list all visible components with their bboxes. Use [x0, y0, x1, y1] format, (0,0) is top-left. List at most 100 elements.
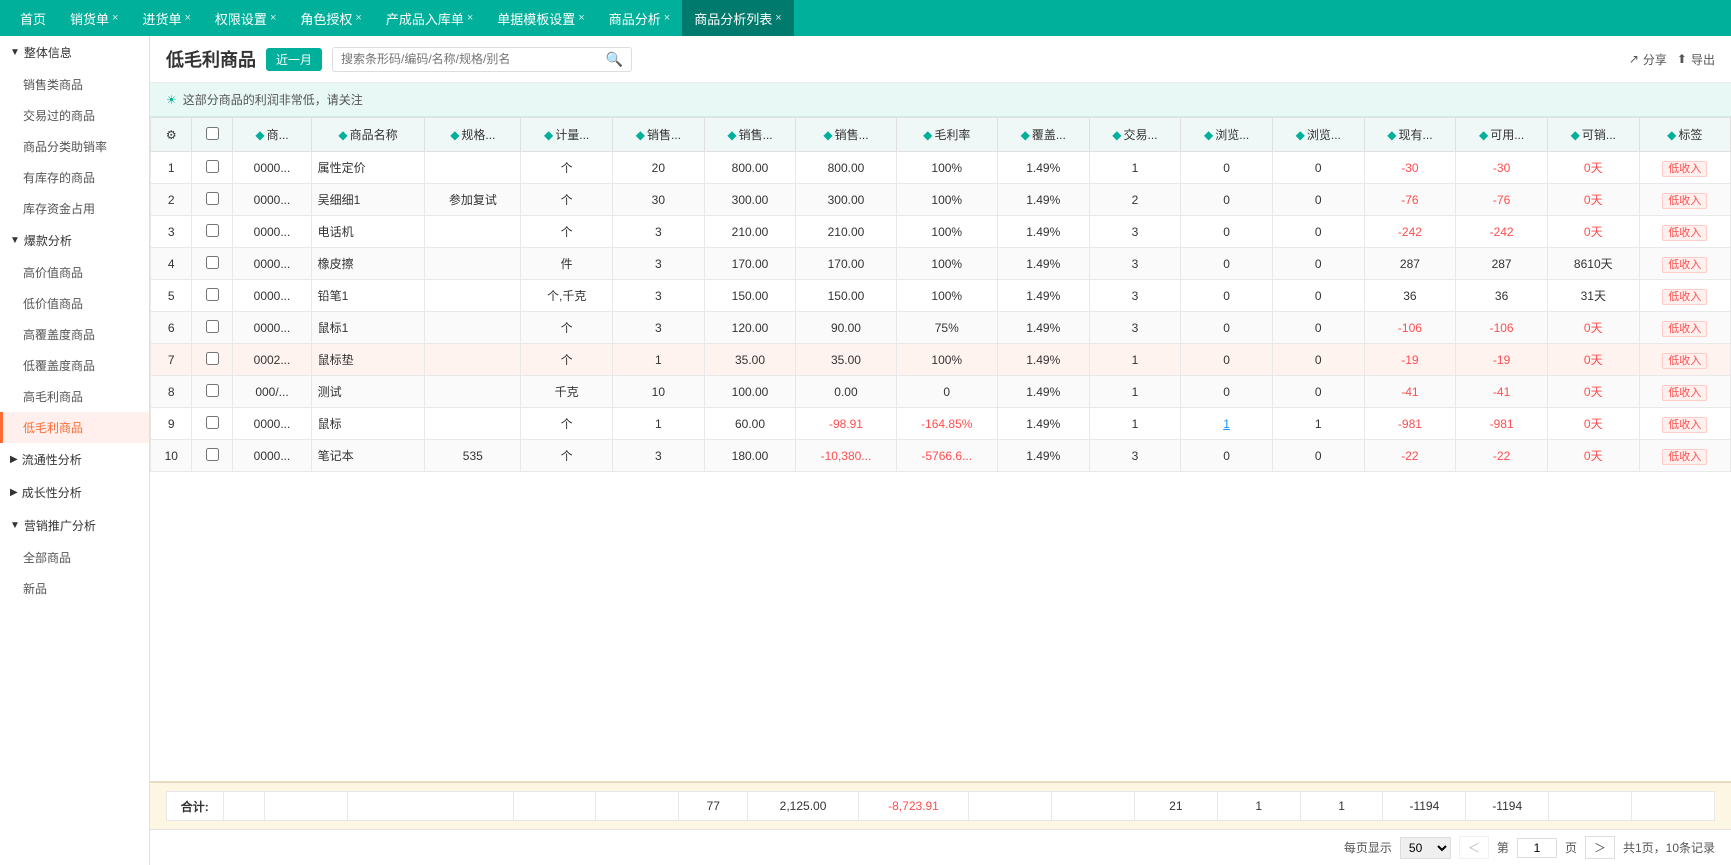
nav-close-icon[interactable]: ×: [664, 12, 670, 24]
cell-checkbox[interactable]: [192, 312, 233, 344]
cell-checkbox[interactable]: [192, 248, 233, 280]
col-header-browse2[interactable]: ◆浏览...: [1272, 118, 1364, 152]
sidebar-item-销售类商品[interactable]: 销售类商品: [0, 69, 149, 100]
browse-link[interactable]: 1: [1223, 417, 1230, 431]
cell-checkbox[interactable]: [192, 216, 233, 248]
col-header-tag[interactable]: ◆标签: [1639, 118, 1730, 152]
col-header-available[interactable]: ◆可用...: [1456, 118, 1548, 152]
footer-total-label: 合计:: [167, 792, 224, 821]
next-page-button[interactable]: ＞: [1585, 836, 1615, 859]
cell-browse1: 0: [1181, 344, 1273, 376]
col-header-current[interactable]: ◆现有...: [1364, 118, 1456, 152]
cell-checkbox[interactable]: [192, 184, 233, 216]
table-row: 10000...属性定价个20800.00800.00100%1.49%100-…: [151, 152, 1731, 184]
cell-checkbox[interactable]: [192, 344, 233, 376]
sidebar-item-交易过的商品[interactable]: 交易过的商品: [0, 100, 149, 131]
nav-close-icon[interactable]: ×: [775, 12, 781, 24]
sidebar-item-低价值商品[interactable]: 低价值商品: [0, 288, 149, 319]
col-header-sales_price[interactable]: ◆销售...: [704, 118, 796, 152]
sidebar-item-高覆盖度商品[interactable]: 高覆盖度商品: [0, 319, 149, 350]
nav-close-icon[interactable]: ×: [467, 12, 473, 24]
select-all-checkbox[interactable]: [206, 127, 219, 140]
footer-empty-spec: [513, 792, 596, 821]
sidebar-item-新品[interactable]: 新品: [0, 573, 149, 604]
cell-checkbox[interactable]: [192, 376, 233, 408]
row-checkbox[interactable]: [206, 448, 219, 461]
sidebar-item-高价值商品[interactable]: 高价值商品: [0, 257, 149, 288]
nav-item-商品分析[interactable]: 商品分析 ×: [597, 0, 682, 36]
sidebar-item-有库存的商品[interactable]: 有库存的商品: [0, 162, 149, 193]
col-header-browse1[interactable]: ◆浏览...: [1181, 118, 1273, 152]
tag-badge: 低收入: [1662, 193, 1707, 209]
nav-item-商品分析列表[interactable]: 商品分析列表 ×: [682, 0, 793, 36]
col-header-unit[interactable]: ◆计量...: [521, 118, 613, 152]
per-page-select[interactable]: 50 20 100: [1400, 837, 1451, 859]
col-header-sales_qty[interactable]: ◆销售...: [613, 118, 705, 152]
sidebar-item-全部商品[interactable]: 全部商品: [0, 542, 149, 573]
table-row: 90000...鼠标个160.00-98.91-164.85%1.49%111-…: [151, 408, 1731, 440]
cell-checkbox[interactable]: [192, 280, 233, 312]
cell-sales_price: 800.00: [704, 152, 796, 184]
col-header-spec[interactable]: ◆规格...: [425, 118, 521, 152]
row-checkbox[interactable]: [206, 288, 219, 301]
col-header-setting[interactable]: ⚙: [151, 118, 192, 152]
row-checkbox[interactable]: [206, 416, 219, 429]
chevron-icon: ▼: [10, 520, 20, 531]
nav-item-权限设置[interactable]: 权限设置 ×: [203, 0, 288, 36]
nav-item-产成品入库单[interactable]: 产成品入库单 ×: [374, 0, 485, 36]
sidebar-section-爆款分析[interactable]: ▼爆款分析: [0, 224, 149, 257]
nav-close-icon[interactable]: ×: [578, 12, 584, 24]
sidebar-section-整体信息[interactable]: ▼整体信息: [0, 36, 149, 69]
page-input[interactable]: [1517, 838, 1557, 858]
sidebar-item-库存资金占用[interactable]: 库存资金占用: [0, 193, 149, 224]
row-checkbox[interactable]: [206, 256, 219, 269]
sidebar-section-流通性分析[interactable]: ▶流通性分析: [0, 443, 149, 476]
export-button[interactable]: ⬆ 导出: [1677, 51, 1715, 68]
share-button[interactable]: ↗ 分享: [1629, 51, 1667, 68]
search-input[interactable]: [341, 52, 606, 66]
col-header-code[interactable]: ◆商...: [233, 118, 311, 152]
sidebar-section-营销推广分析[interactable]: ▼营销推广分析: [0, 509, 149, 542]
col-header-gross_margin[interactable]: ◆毛利率: [896, 118, 997, 152]
chevron-icon: ▶: [10, 487, 18, 498]
cell-no: 3: [151, 216, 192, 248]
row-checkbox[interactable]: [206, 160, 219, 173]
col-header-coverage[interactable]: ◆覆盖...: [997, 118, 1089, 152]
row-checkbox[interactable]: [206, 320, 219, 333]
nav-close-icon[interactable]: ×: [184, 12, 190, 24]
cell-checkbox[interactable]: [192, 152, 233, 184]
col-header-transaction[interactable]: ◆交易...: [1089, 118, 1181, 152]
nav-item-单据模板设置[interactable]: 单据模板设置 ×: [485, 0, 596, 36]
search-icon[interactable]: 🔍: [606, 51, 623, 68]
nav-item-销货单[interactable]: 销货单 ×: [58, 0, 130, 36]
col-header-saleable[interactable]: ◆可销...: [1547, 118, 1639, 152]
sidebar-item-高毛利商品[interactable]: 高毛利商品: [0, 381, 149, 412]
col-header-sales_amount[interactable]: ◆销售...: [796, 118, 896, 152]
prev-page-button[interactable]: ＜: [1459, 836, 1489, 859]
cell-transaction: 1: [1089, 344, 1181, 376]
cell-checkbox[interactable]: [192, 408, 233, 440]
sidebar-section-成长性分析[interactable]: ▶成长性分析: [0, 476, 149, 509]
row-checkbox[interactable]: [206, 224, 219, 237]
nav-item-角色授权[interactable]: 角色授权 ×: [288, 0, 373, 36]
settings-icon[interactable]: ⚙: [166, 128, 177, 142]
row-checkbox[interactable]: [206, 192, 219, 205]
nav-close-icon[interactable]: ×: [355, 12, 361, 24]
nav-item-进货单[interactable]: 进货单 ×: [130, 0, 202, 36]
sidebar-item-商品分类助销率[interactable]: 商品分类助销率: [0, 131, 149, 162]
sidebar-item-低毛利商品[interactable]: 低毛利商品: [0, 412, 149, 443]
tag-badge: 低收入: [1662, 225, 1707, 241]
nav-close-icon[interactable]: ×: [112, 12, 118, 24]
date-filter-button[interactable]: 近一月: [266, 48, 322, 71]
cell-checkbox[interactable]: [192, 440, 233, 472]
nav-item-首页[interactable]: 首页: [8, 0, 58, 36]
row-checkbox[interactable]: [206, 384, 219, 397]
tag-badge: 低收入: [1662, 321, 1707, 337]
sidebar-item-低覆盖度商品[interactable]: 低覆盖度商品: [0, 350, 149, 381]
table-row: 20000...吴细细1参加复试个30300.00300.00100%1.49%…: [151, 184, 1731, 216]
row-checkbox[interactable]: [206, 352, 219, 365]
cell-transaction: 1: [1089, 152, 1181, 184]
nav-close-icon[interactable]: ×: [270, 12, 276, 24]
col-header-checkbox[interactable]: [192, 118, 233, 152]
col-header-name[interactable]: ◆商品名称: [311, 118, 425, 152]
